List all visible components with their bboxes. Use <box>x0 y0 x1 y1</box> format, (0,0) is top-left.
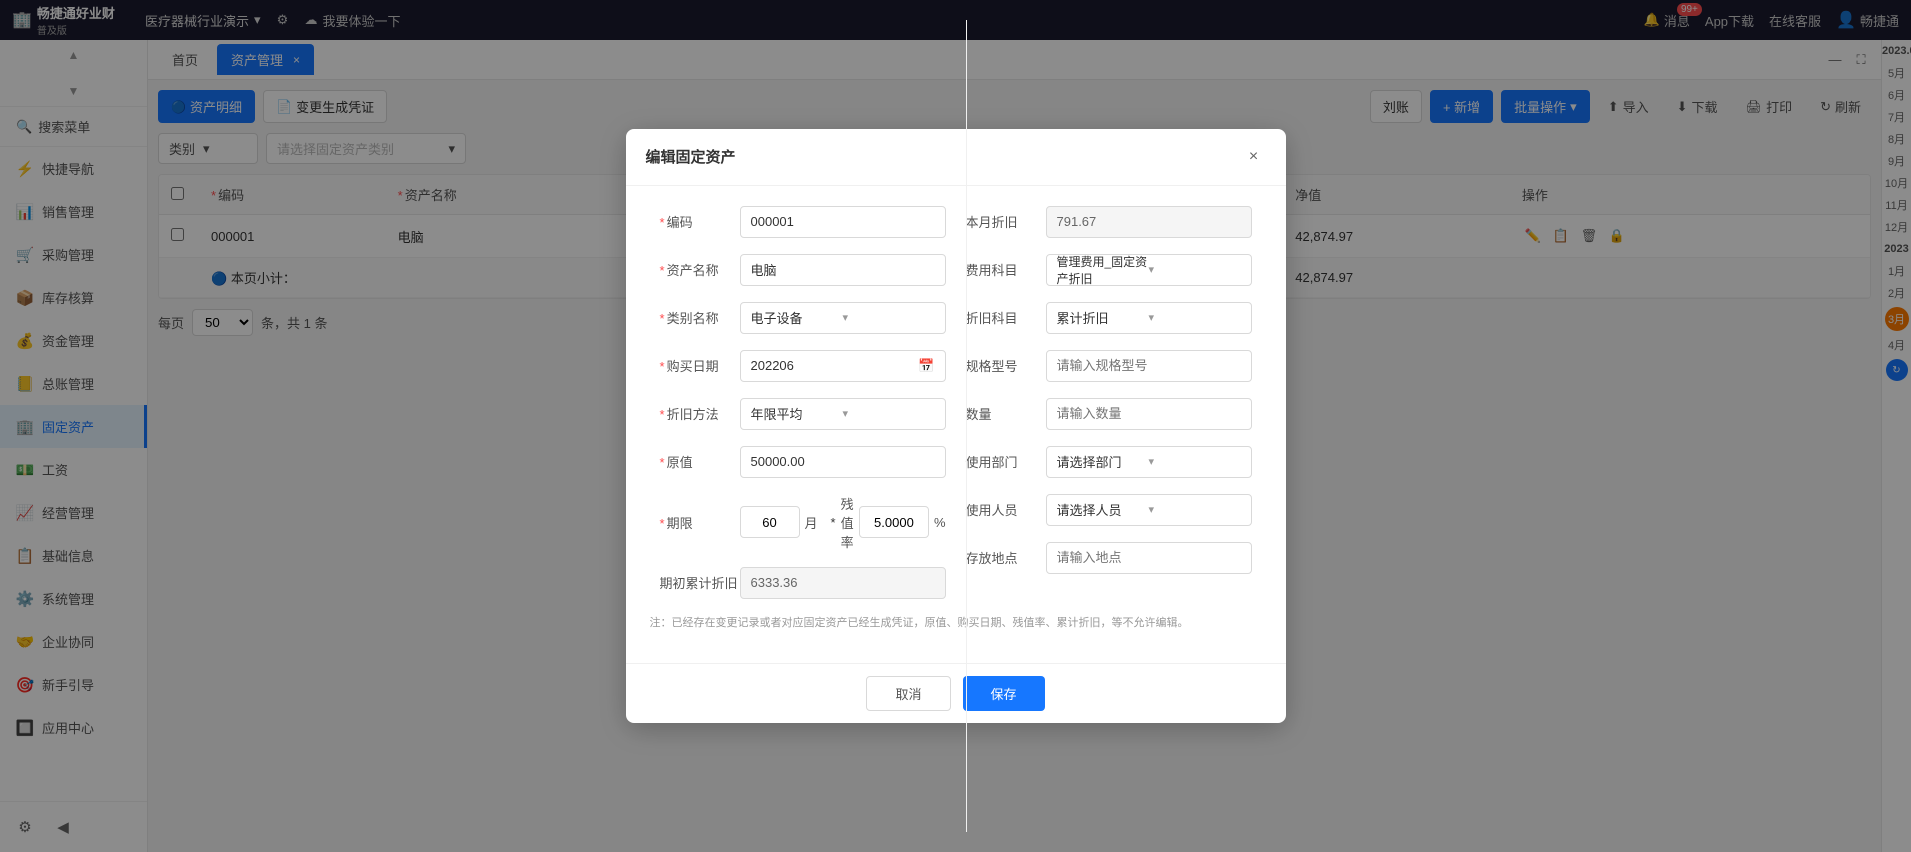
residual-rate-label: 残值率 <box>841 494 854 551</box>
category-label: *类别名称 <box>660 308 740 327</box>
depr-method-select[interactable]: 年限平均 ▾ <box>740 398 946 430</box>
calendar-icon: 📅 <box>918 358 934 374</box>
asset-name-input[interactable] <box>740 254 946 286</box>
original-value-label: *原值 <box>660 452 740 471</box>
form-row-model: 规格型号 <box>966 350 1252 382</box>
modal-title: 编辑固定资产 <box>646 146 736 167</box>
chevron-down-icon: ▾ <box>843 407 935 420</box>
model-input[interactable] <box>1046 350 1252 382</box>
form-row-location: 存放地点 <box>966 542 1252 574</box>
monthly-depr-input <box>1046 206 1252 238</box>
dept-label: 使用部门 <box>966 452 1046 471</box>
form-row-quantity: 数量 <box>966 398 1252 430</box>
save-button[interactable]: 保存 <box>963 676 1045 711</box>
purchase-date-label: *购买日期 <box>660 356 740 375</box>
dept-select[interactable]: 请选择部门 ▾ <box>1046 446 1252 478</box>
modal-footer: 取消 保存 <box>626 663 1286 723</box>
initial-depr-label: 期初累计折旧 <box>660 573 740 592</box>
code-label: *编码 <box>660 212 740 231</box>
cancel-button[interactable]: 取消 <box>866 676 950 711</box>
depr-subject-select[interactable]: 累计折旧 ▾ <box>1046 302 1252 334</box>
form-divider <box>966 20 967 832</box>
chevron-down-icon: ▾ <box>1149 311 1241 324</box>
code-input[interactable] <box>740 206 946 238</box>
form-row-purchase-date: *购买日期 202206 📅 <box>660 350 946 382</box>
quantity-input[interactable] <box>1046 398 1252 430</box>
expense-subject-label: 费用科目 <box>966 260 1046 279</box>
original-value-input[interactable] <box>740 446 946 478</box>
quantity-label: 数量 <box>966 404 1046 423</box>
form-row-name: *资产名称 <box>660 254 946 286</box>
purchase-date-picker[interactable]: 202206 📅 <box>740 350 946 382</box>
residual-input[interactable] <box>859 506 929 538</box>
depr-subject-label: 折旧科目 <box>966 308 1046 327</box>
form-row-user: 使用人员 请选择人员 ▾ <box>966 494 1252 526</box>
modal-header: 编辑固定资产 × <box>626 129 1286 186</box>
user-label: 使用人员 <box>966 500 1046 519</box>
expense-subject-select[interactable]: 管理费用_固定资产折旧 ▾ <box>1046 254 1252 286</box>
form-row-expense-subject: 费用科目 管理费用_固定资产折旧 ▾ <box>966 254 1252 286</box>
edit-asset-modal: 编辑固定资产 × *编码 *资产名称 <box>626 129 1286 724</box>
period-unit: 月 <box>805 513 818 532</box>
category-select[interactable]: 电子设备 ▾ <box>740 302 946 334</box>
location-label: 存放地点 <box>966 548 1046 567</box>
location-input[interactable] <box>1046 542 1252 574</box>
form-row-original-value: *原值 <box>660 446 946 478</box>
residual-unit: % <box>934 515 946 530</box>
monthly-depr-label: 本月折旧 <box>966 212 1046 231</box>
form-row-code: *编码 <box>660 206 946 238</box>
form-left-col: *编码 *资产名称 *类别名称 <box>650 206 956 615</box>
chevron-down-icon: ▾ <box>1149 455 1241 468</box>
form-row-depr-subject: 折旧科目 累计折旧 ▾ <box>966 302 1252 334</box>
chevron-down-icon: ▾ <box>1149 503 1241 516</box>
period-input[interactable] <box>740 506 800 538</box>
form-row-initial-depr: 期初累计折旧 <box>660 567 946 599</box>
form-row-dept: 使用部门 请选择部门 ▾ <box>966 446 1252 478</box>
form-row-category: *类别名称 电子设备 ▾ <box>660 302 946 334</box>
user-select[interactable]: 请选择人员 ▾ <box>1046 494 1252 526</box>
form-grid: *编码 *资产名称 *类别名称 <box>650 206 1262 615</box>
form-row-depr-method: *折旧方法 年限平均 ▾ <box>660 398 946 430</box>
form-row-monthly-depr: 本月折旧 <box>966 206 1252 238</box>
modal-close-button[interactable]: × <box>1242 145 1266 169</box>
modal-overlay: 编辑固定资产 × *编码 *资产名称 <box>0 0 1911 852</box>
form-row-period: *期限 月 * 残值率 % <box>660 494 946 551</box>
initial-depr-input <box>740 567 946 599</box>
period-wrap: 月 * 残值率 % <box>740 494 946 551</box>
modal-body: *编码 *资产名称 *类别名称 <box>626 186 1286 664</box>
period-label: *期限 <box>660 513 740 532</box>
asset-name-label: *资产名称 <box>660 260 740 279</box>
chevron-down-icon: ▾ <box>843 311 935 324</box>
form-right-col: 本月折旧 费用科目 管理费用_固定资产折旧 ▾ 折旧科目 <box>956 206 1262 615</box>
chevron-down-icon: ▾ <box>1149 263 1241 276</box>
form-note: 注：已经存在变更记录或者对应固定资产已经生成凭证，原值、购买日期、残值率、累计折… <box>650 615 1262 632</box>
model-label: 规格型号 <box>966 356 1046 375</box>
depr-method-label: *折旧方法 <box>660 404 740 423</box>
